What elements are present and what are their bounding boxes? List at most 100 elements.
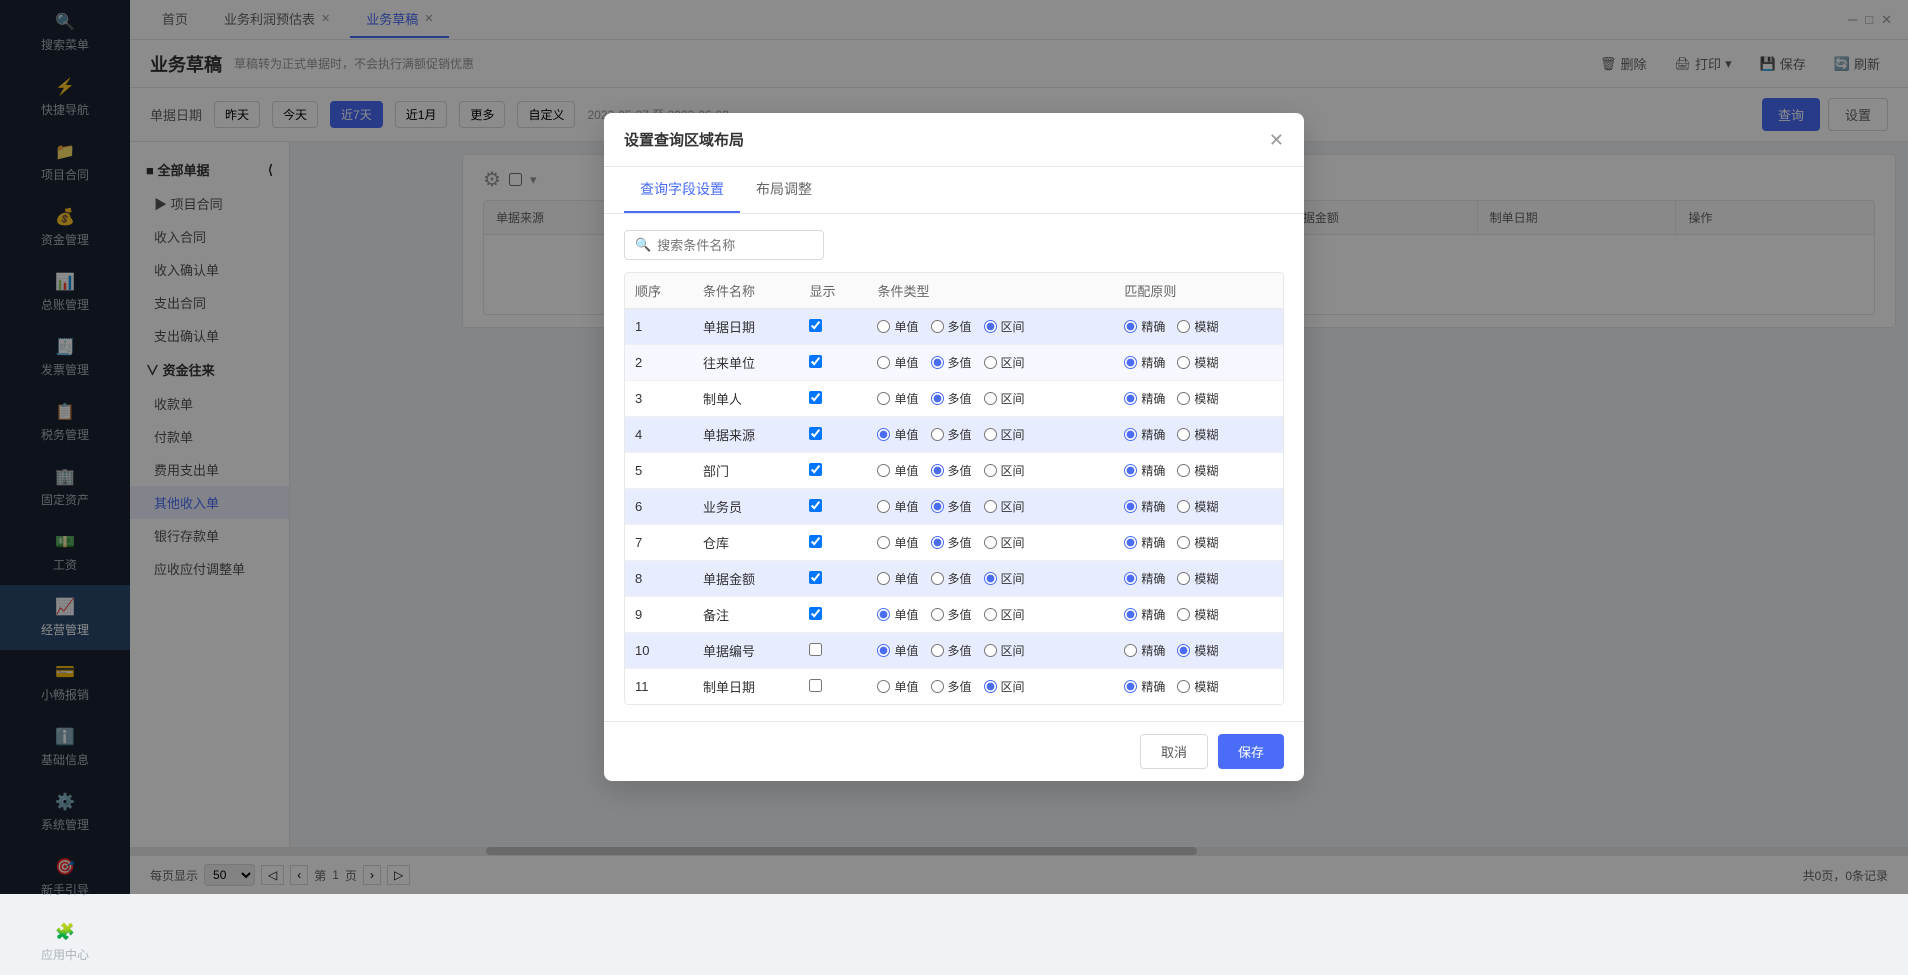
type-radio[interactable]: [984, 464, 997, 477]
type-radio-label[interactable]: 单值: [877, 390, 918, 407]
type-radio-label[interactable]: 区间: [984, 534, 1025, 551]
type-radio[interactable]: [877, 680, 890, 693]
type-radio[interactable]: [931, 356, 944, 369]
show-checkbox[interactable]: [809, 355, 822, 368]
match-radio-label[interactable]: 模糊: [1177, 426, 1218, 443]
type-radio[interactable]: [984, 392, 997, 405]
type-radio-label[interactable]: 单值: [877, 462, 918, 479]
type-radio[interactable]: [984, 428, 997, 441]
match-radio-label[interactable]: 模糊: [1177, 570, 1218, 587]
match-radio[interactable]: [1177, 464, 1190, 477]
match-radio-label[interactable]: 精确: [1124, 606, 1165, 623]
type-radio[interactable]: [877, 392, 890, 405]
modal-tab-layout[interactable]: 布局调整: [740, 167, 828, 213]
type-radio[interactable]: [931, 680, 944, 693]
type-radio-label[interactable]: 单值: [877, 678, 918, 695]
type-radio-label[interactable]: 单值: [877, 534, 918, 551]
type-radio[interactable]: [877, 320, 890, 333]
match-radio[interactable]: [1124, 536, 1137, 549]
type-radio[interactable]: [931, 464, 944, 477]
type-radio[interactable]: [931, 608, 944, 621]
match-radio[interactable]: [1124, 680, 1137, 693]
type-radio[interactable]: [984, 356, 997, 369]
match-radio-label[interactable]: 精确: [1124, 462, 1165, 479]
type-radio[interactable]: [931, 644, 944, 657]
match-radio[interactable]: [1124, 500, 1137, 513]
match-radio[interactable]: [1124, 320, 1137, 333]
type-radio[interactable]: [877, 428, 890, 441]
type-radio[interactable]: [931, 500, 944, 513]
type-radio[interactable]: [984, 500, 997, 513]
type-radio-label[interactable]: 多值: [931, 534, 972, 551]
match-radio-label[interactable]: 精确: [1124, 534, 1165, 551]
type-radio[interactable]: [984, 644, 997, 657]
type-radio[interactable]: [984, 536, 997, 549]
type-radio-label[interactable]: 多值: [931, 390, 972, 407]
match-radio-label[interactable]: 模糊: [1177, 390, 1218, 407]
show-checkbox[interactable]: [809, 535, 822, 548]
match-radio-label[interactable]: 模糊: [1177, 462, 1218, 479]
match-radio-label[interactable]: 模糊: [1177, 642, 1218, 659]
type-radio[interactable]: [931, 428, 944, 441]
type-radio-label[interactable]: 多值: [931, 498, 972, 515]
type-radio-label[interactable]: 多值: [931, 570, 972, 587]
match-radio[interactable]: [1177, 428, 1190, 441]
type-radio-label[interactable]: 多值: [931, 462, 972, 479]
type-radio-label[interactable]: 单值: [877, 498, 918, 515]
type-radio[interactable]: [931, 320, 944, 333]
match-radio[interactable]: [1124, 572, 1137, 585]
match-radio[interactable]: [1124, 392, 1137, 405]
type-radio[interactable]: [984, 680, 997, 693]
show-checkbox[interactable]: [809, 463, 822, 476]
match-radio[interactable]: [1177, 644, 1190, 657]
modal-close-btn[interactable]: ✕: [1269, 131, 1284, 149]
type-radio-label[interactable]: 单值: [877, 426, 918, 443]
match-radio-label[interactable]: 模糊: [1177, 354, 1218, 371]
match-radio[interactable]: [1124, 428, 1137, 441]
type-radio[interactable]: [931, 392, 944, 405]
match-radio[interactable]: [1124, 464, 1137, 477]
type-radio-label[interactable]: 单值: [877, 606, 918, 623]
type-radio-label[interactable]: 区间: [984, 642, 1025, 659]
match-radio[interactable]: [1177, 500, 1190, 513]
type-radio-label[interactable]: 多值: [931, 354, 972, 371]
match-radio-label[interactable]: 模糊: [1177, 498, 1218, 515]
show-checkbox[interactable]: [809, 643, 822, 656]
type-radio-label[interactable]: 区间: [984, 390, 1025, 407]
type-radio-label[interactable]: 区间: [984, 606, 1025, 623]
type-radio-label[interactable]: 单值: [877, 642, 918, 659]
match-radio[interactable]: [1124, 608, 1137, 621]
type-radio-label[interactable]: 区间: [984, 462, 1025, 479]
modal-tab-fields[interactable]: 查询字段设置: [624, 167, 740, 213]
show-checkbox[interactable]: [809, 679, 822, 692]
sidebar-item-appstore[interactable]: 🧩 应用中心: [0, 910, 130, 975]
show-checkbox[interactable]: [809, 607, 822, 620]
type-radio[interactable]: [877, 572, 890, 585]
type-radio-label[interactable]: 多值: [931, 606, 972, 623]
match-radio[interactable]: [1177, 680, 1190, 693]
modal-search-input[interactable]: [657, 238, 813, 253]
match-radio-label[interactable]: 精确: [1124, 354, 1165, 371]
type-radio[interactable]: [877, 644, 890, 657]
show-checkbox[interactable]: [809, 427, 822, 440]
match-radio-label[interactable]: 精确: [1124, 570, 1165, 587]
show-checkbox[interactable]: [809, 499, 822, 512]
match-radio[interactable]: [1177, 320, 1190, 333]
type-radio-label[interactable]: 多值: [931, 678, 972, 695]
type-radio[interactable]: [877, 356, 890, 369]
type-radio[interactable]: [877, 536, 890, 549]
show-checkbox[interactable]: [809, 319, 822, 332]
type-radio-label[interactable]: 区间: [984, 318, 1025, 335]
match-radio[interactable]: [1177, 392, 1190, 405]
type-radio[interactable]: [877, 464, 890, 477]
match-radio[interactable]: [1124, 644, 1137, 657]
type-radio-label[interactable]: 多值: [931, 642, 972, 659]
type-radio-label[interactable]: 单值: [877, 570, 918, 587]
match-radio-label[interactable]: 模糊: [1177, 318, 1218, 335]
match-radio-label[interactable]: 精确: [1124, 642, 1165, 659]
type-radio[interactable]: [877, 500, 890, 513]
match-radio-label[interactable]: 精确: [1124, 426, 1165, 443]
match-radio[interactable]: [1177, 536, 1190, 549]
show-checkbox[interactable]: [809, 391, 822, 404]
type-radio[interactable]: [931, 536, 944, 549]
